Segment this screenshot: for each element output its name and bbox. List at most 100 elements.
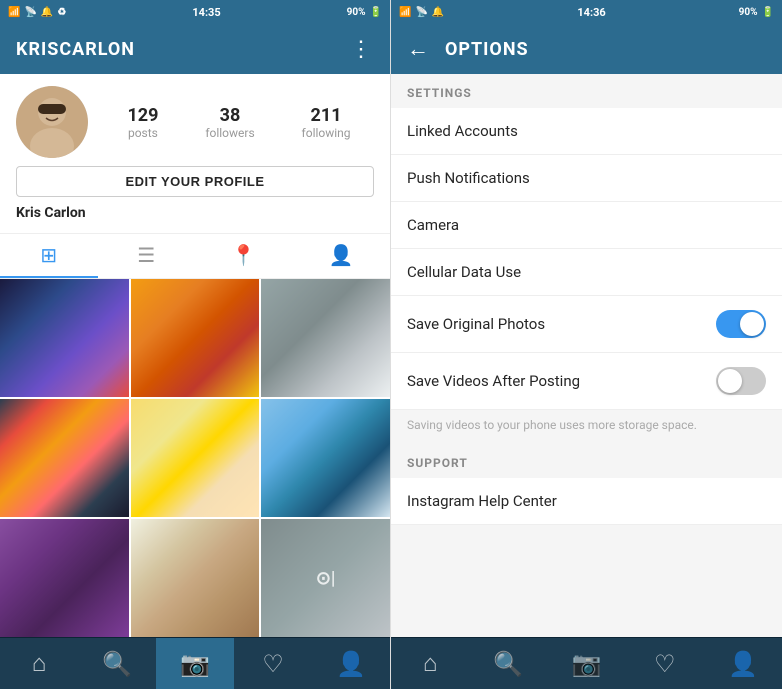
nav-heart[interactable]: ♡ [234, 638, 312, 689]
r-wifi-icon: 📶 [399, 7, 411, 18]
save-videos-toggle[interactable] [716, 367, 766, 395]
left-panel: 📶 📡 🔔 ♻ 14:35 90% 🔋 KRISCARLON ⋮ [0, 0, 391, 689]
followers-count: 38 [205, 105, 254, 126]
camera-label: Camera [407, 216, 459, 234]
tab-tagged[interactable]: 👤 [293, 234, 391, 278]
right-right-icons: 90% 🔋 [739, 7, 774, 18]
r-home-icon: ⌂ [423, 649, 438, 678]
tab-grid[interactable]: ⊞ [0, 234, 98, 278]
nav-camera[interactable]: 📷 [156, 638, 234, 689]
r-notify-icon: 🔔 [432, 7, 444, 18]
help-center-item[interactable]: Instagram Help Center [391, 478, 782, 525]
heart-icon: ♡ [262, 650, 284, 678]
linked-accounts-label: Linked Accounts [407, 122, 518, 140]
push-notifications-label: Push Notifications [407, 169, 530, 187]
r-search-icon: 🔍 [493, 650, 523, 678]
profile-header: 129 posts 38 followers 211 following [16, 86, 374, 158]
signal-icon: 📡 [24, 7, 36, 18]
home-icon: ⌂ [32, 649, 47, 678]
r-nav-camera[interactable]: 📷 [547, 638, 625, 689]
linked-accounts-item[interactable]: Linked Accounts [391, 108, 782, 155]
photo-9[interactable] [261, 519, 390, 637]
tab-location[interactable]: 📍 [195, 234, 293, 278]
list-icon: ☰ [137, 243, 155, 267]
r-battery-text: 90% [739, 7, 758, 18]
right-time: 14:36 [577, 6, 605, 19]
save-original-label: Save Original Photos [407, 315, 545, 333]
username: Kris Carlon [16, 205, 374, 221]
following-stat: 211 following [302, 105, 351, 140]
following-label: following [302, 126, 351, 140]
save-original-toggle[interactable] [716, 310, 766, 338]
left-status-bar: 📶 📡 🔔 ♻ 14:35 90% 🔋 [0, 0, 390, 24]
more-button[interactable]: ⋮ [350, 37, 374, 62]
options-title: OPTIONS [445, 39, 529, 60]
right-panel: 📶 📡 🔔 14:36 90% 🔋 ← OPTIONS SETTINGS Lin… [391, 0, 782, 689]
camera-icon: 📷 [180, 650, 210, 678]
nav-search[interactable]: 🔍 [78, 638, 156, 689]
toggle-knob-off [718, 369, 742, 393]
photo-5[interactable] [131, 399, 260, 517]
nav-profile[interactable]: 👤 [312, 638, 390, 689]
battery-text: 90% [347, 7, 366, 18]
sync-icon: ♻ [57, 7, 66, 18]
cellular-data-item[interactable]: Cellular Data Use [391, 249, 782, 296]
r-nav-profile[interactable]: 👤 [704, 638, 782, 689]
profile-section: 129 posts 38 followers 211 following EDI… [0, 74, 390, 229]
avatar [16, 86, 88, 158]
push-notifications-item[interactable]: Push Notifications [391, 155, 782, 202]
photo-7[interactable] [0, 519, 129, 637]
battery-icon: 🔋 [370, 7, 382, 18]
r-signal-icon: 📡 [415, 7, 427, 18]
right-status-icons: 90% 🔋 [347, 7, 382, 18]
profile-title: KRISCARLON [16, 39, 135, 60]
posts-stat: 129 posts [127, 105, 158, 140]
following-count: 211 [302, 105, 351, 126]
save-videos-label: Save Videos After Posting [407, 372, 580, 390]
photo-6[interactable] [261, 399, 390, 517]
nav-tabs: ⊞ ☰ 📍 👤 [0, 233, 390, 279]
notify-icon: 🔔 [41, 7, 53, 18]
posts-label: posts [127, 126, 158, 140]
tagged-icon: 👤 [329, 243, 354, 267]
photo-2[interactable] [131, 279, 260, 397]
followers-label: followers [205, 126, 254, 140]
left-bottom-nav: ⌂ 🔍 📷 ♡ 👤 [0, 637, 390, 689]
help-center-label: Instagram Help Center [407, 492, 557, 510]
tab-list[interactable]: ☰ [98, 234, 196, 278]
r-battery-icon: 🔋 [762, 7, 774, 18]
photo-3[interactable] [261, 279, 390, 397]
r-nav-home[interactable]: ⌂ [391, 638, 469, 689]
nav-home[interactable]: ⌂ [0, 638, 78, 689]
profile-icon: 👤 [336, 650, 366, 678]
save-original-item[interactable]: Save Original Photos [391, 296, 782, 353]
right-top-bar: ← OPTIONS [391, 24, 782, 74]
save-videos-hint: Saving videos to your phone uses more st… [391, 410, 782, 444]
left-top-bar: KRISCARLON ⋮ [0, 24, 390, 74]
left-time: 14:35 [192, 6, 220, 19]
stats-row: 129 posts 38 followers 211 following [104, 105, 374, 140]
right-bottom-nav: ⌂ 🔍 📷 ♡ 👤 [391, 637, 782, 689]
camera-item[interactable]: Camera [391, 202, 782, 249]
photo-grid [0, 279, 390, 637]
r-nav-search[interactable]: 🔍 [469, 638, 547, 689]
followers-stat: 38 followers [205, 105, 254, 140]
left-status-icons: 📶 📡 🔔 ♻ [8, 7, 66, 18]
settings-header: SETTINGS [391, 74, 782, 108]
location-icon: 📍 [231, 243, 256, 267]
r-profile-icon: 👤 [728, 650, 758, 678]
right-left-icons: 📶 📡 🔔 [399, 7, 444, 18]
save-videos-item[interactable]: Save Videos After Posting [391, 353, 782, 410]
cellular-data-label: Cellular Data Use [407, 263, 521, 281]
wifi-icon: 📶 [8, 7, 20, 18]
edit-profile-button[interactable]: EDIT YOUR PROFILE [16, 166, 374, 197]
options-content: SETTINGS Linked Accounts Push Notificati… [391, 74, 782, 637]
toggle-knob-on [740, 312, 764, 336]
photo-8[interactable] [131, 519, 260, 637]
support-header: SUPPORT [391, 444, 782, 478]
photo-4[interactable] [0, 399, 129, 517]
back-button[interactable]: ← [407, 36, 429, 62]
grid-icon: ⊞ [40, 243, 57, 267]
r-nav-heart[interactable]: ♡ [626, 638, 704, 689]
photo-1[interactable] [0, 279, 129, 397]
